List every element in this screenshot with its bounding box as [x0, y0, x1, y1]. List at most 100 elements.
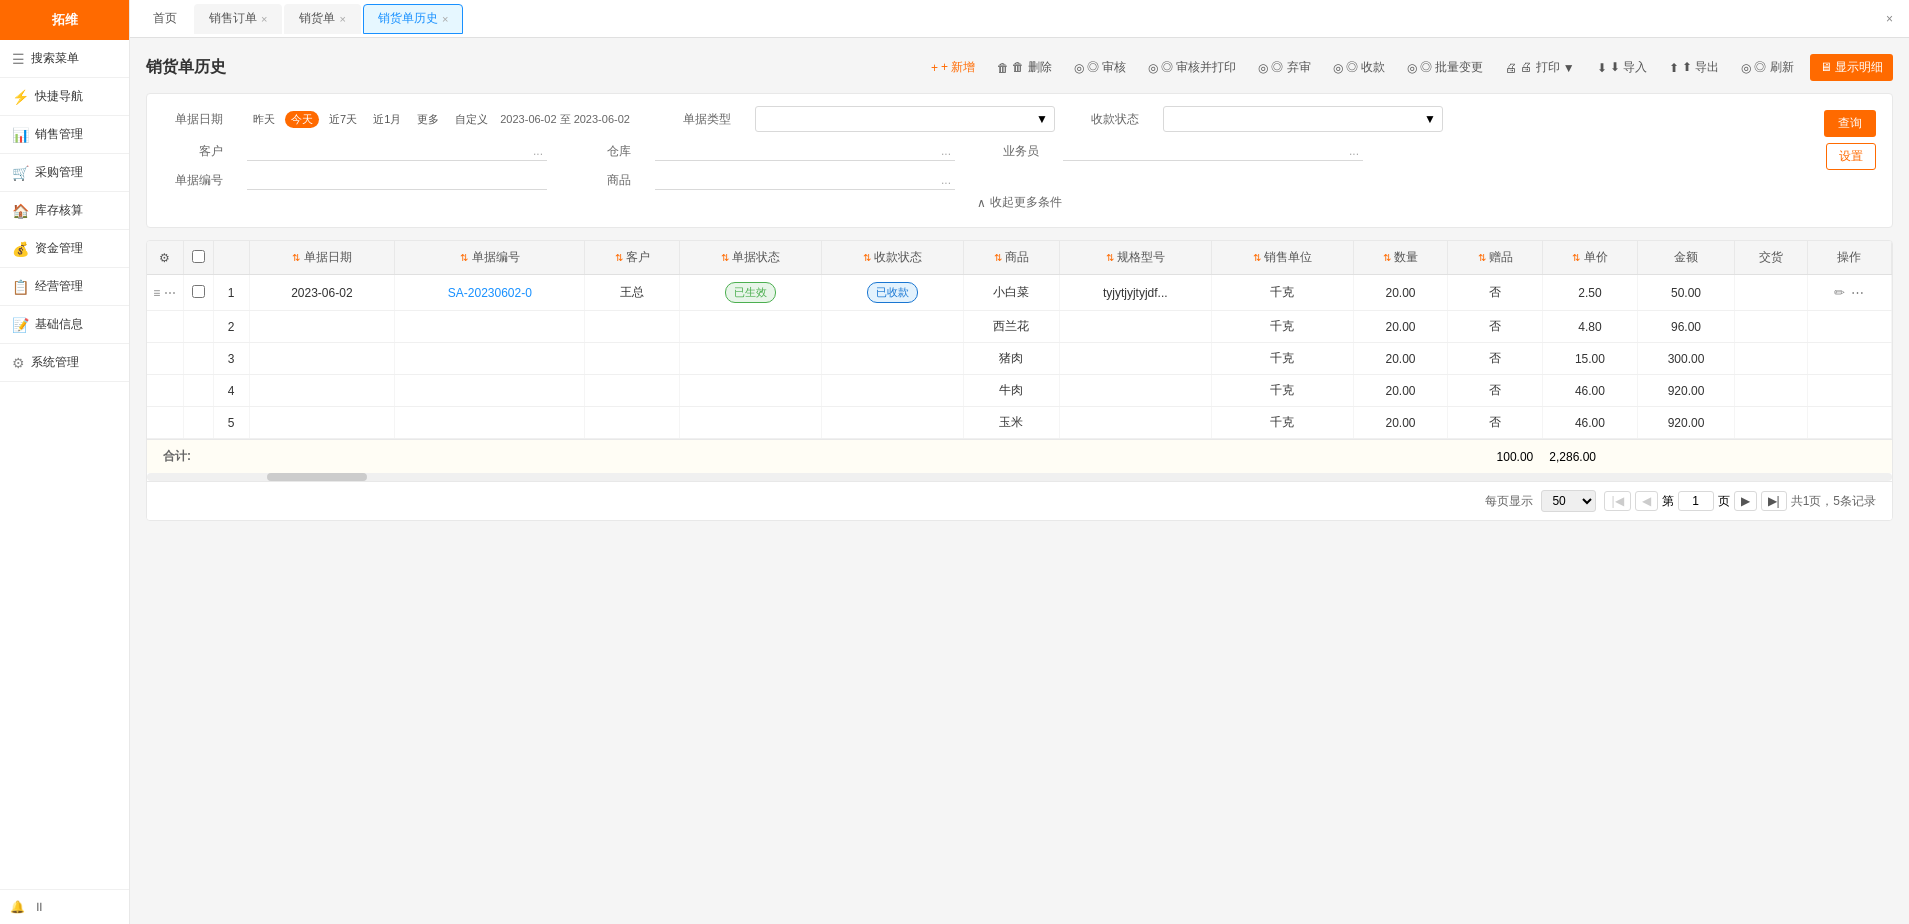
tab-sales-history-close[interactable]: ×	[442, 13, 448, 25]
delete-button[interactable]: 🗑 🗑 删除	[991, 55, 1057, 80]
checkbox-cell[interactable]	[183, 275, 213, 311]
collapse-button[interactable]: ∧ 收起更多条件	[163, 190, 1876, 215]
query-button[interactable]: 查询	[1824, 110, 1876, 137]
sidebar-item-basic-info[interactable]: 📝 基础信息	[0, 306, 129, 344]
qty-col-header[interactable]: ⇅ 数量	[1353, 241, 1448, 275]
spec-col-header[interactable]: ⇅ 规格型号	[1059, 241, 1211, 275]
notification-icon[interactable]: 🔔	[10, 900, 25, 914]
table-row[interactable]: 3猪肉千克20.00否15.00300.00	[147, 343, 1892, 375]
sidebar-item-purchase-mgmt[interactable]: 🛒 采购管理	[0, 154, 129, 192]
last-page-btn[interactable]: ▶|	[1761, 491, 1787, 511]
tab-sales-order-close[interactable]: ×	[261, 13, 267, 25]
table-row[interactable]: 5玉米千克20.00否46.00920.00	[147, 407, 1892, 439]
customer-col-header[interactable]: ⇅ 客户	[585, 241, 680, 275]
audit-button[interactable]: ◎ ◎ 审核	[1068, 55, 1132, 80]
next-page-btn[interactable]: ▶	[1734, 491, 1757, 511]
collect-status-select[interactable]: ▼	[1163, 106, 1443, 132]
salesperson-input[interactable]	[1063, 142, 1345, 160]
collect-status-input[interactable]	[1170, 110, 1424, 128]
pause-icon[interactable]: ⏸	[33, 900, 45, 914]
gift-col-header[interactable]: ⇅ 赠品	[1448, 241, 1543, 275]
per-page-select[interactable]: 50 100 200	[1541, 490, 1596, 512]
ops-cell[interactable]: ✏⋯	[1807, 275, 1891, 311]
chip-7days[interactable]: 近7天	[323, 111, 363, 128]
ops-cell[interactable]	[1807, 407, 1891, 439]
tab-sales-goods-close[interactable]: ×	[339, 13, 345, 25]
ops-cell[interactable]	[1807, 311, 1891, 343]
goods-col-header[interactable]: ⇅ 商品	[963, 241, 1059, 275]
price-sort-icon[interactable]: ⇅	[1572, 252, 1580, 263]
audit-print-button[interactable]: ◎ ◎ 审核并打印	[1142, 55, 1242, 80]
sidebar-item-sales-mgmt[interactable]: 📊 销售管理	[0, 116, 129, 154]
sidebar-item-sys-mgmt[interactable]: ⚙ 系统管理	[0, 344, 129, 382]
checkbox-cell[interactable]	[183, 375, 213, 407]
sidebar-item-inventory[interactable]: 🏠 库存核算	[0, 192, 129, 230]
goods-sort-icon[interactable]: ⇅	[994, 252, 1002, 263]
window-close-btn[interactable]: ×	[1878, 12, 1901, 26]
no-sort-icon[interactable]: ⇅	[460, 252, 468, 263]
refresh-button[interactable]: ◎ ◎ 刷新	[1735, 55, 1799, 80]
ops-cell[interactable]	[1807, 343, 1891, 375]
checkbox-col-header[interactable]	[183, 241, 213, 275]
ops-cell[interactable]	[1807, 375, 1891, 407]
customer-ellipsis[interactable]: ...	[529, 144, 547, 158]
tab-sales-goods[interactable]: 销货单 ×	[284, 4, 360, 34]
display-detail-button[interactable]: 🖥 显示明细	[1810, 54, 1893, 81]
unit-sort-icon[interactable]: ⇅	[1253, 252, 1261, 263]
sidebar-item-search-menu[interactable]: ☰ 搜索菜单	[0, 40, 129, 78]
customer-input[interactable]	[247, 142, 529, 160]
table-row[interactable]: 4牛肉千克20.00否46.00920.00	[147, 375, 1892, 407]
first-page-btn[interactable]: |◀	[1604, 491, 1630, 511]
chip-1month[interactable]: 近1月	[367, 111, 407, 128]
customer-sort-icon[interactable]: ⇅	[615, 252, 623, 263]
warehouse-input[interactable]	[655, 142, 937, 160]
doc-no-input[interactable]	[247, 171, 547, 189]
select-all-checkbox[interactable]	[192, 250, 205, 263]
print-button[interactable]: 🖨 🖨 打印 ▼	[1499, 55, 1580, 80]
spec-sort-icon[interactable]: ⇅	[1106, 252, 1114, 263]
set-button[interactable]: 设置	[1826, 143, 1876, 170]
sidebar-item-finance[interactable]: 💰 资金管理	[0, 230, 129, 268]
warehouse-ellipsis[interactable]: ...	[937, 144, 955, 158]
sidebar-item-ops[interactable]: 📋 经营管理	[0, 268, 129, 306]
collect-status-col-header[interactable]: ⇅ 收款状态	[821, 241, 963, 275]
tab-home[interactable]: 首页	[138, 4, 192, 34]
chip-custom[interactable]: 自定义	[449, 111, 494, 128]
tab-sales-order[interactable]: 销售订单 ×	[194, 4, 282, 34]
price-col-header[interactable]: ⇅ 单价	[1543, 241, 1638, 275]
sidebar-item-quick-nav[interactable]: ⚡ 快捷导航	[0, 78, 129, 116]
qty-sort-icon[interactable]: ⇅	[1383, 252, 1391, 263]
export-button[interactable]: ⬆ ⬆ 导出	[1663, 55, 1725, 80]
doc-type-select[interactable]: ▼	[755, 106, 1055, 132]
unit-col-header[interactable]: ⇅ 销售单位	[1211, 241, 1353, 275]
gift-sort-icon[interactable]: ⇅	[1478, 252, 1486, 263]
doc-status-col-header[interactable]: ⇅ 单据状态	[680, 241, 822, 275]
doc-type-input[interactable]	[762, 110, 1036, 128]
goods-ellipsis[interactable]: ...	[937, 173, 955, 187]
collect-status-sort-icon[interactable]: ⇅	[863, 252, 871, 263]
import-button[interactable]: ⬇ ⬇ 导入	[1591, 55, 1653, 80]
checkbox-cell[interactable]	[183, 311, 213, 343]
goods-input[interactable]	[655, 171, 937, 189]
chip-yesterday[interactable]: 昨天	[247, 111, 281, 128]
doc-status-sort-icon[interactable]: ⇅	[721, 252, 729, 263]
date-sort-icon[interactable]: ⇅	[292, 252, 300, 263]
prev-page-btn[interactable]: ◀	[1635, 491, 1658, 511]
scrollbar-thumb[interactable]	[267, 473, 367, 481]
chip-more[interactable]: 更多	[411, 111, 445, 128]
salesperson-ellipsis[interactable]: ...	[1345, 144, 1363, 158]
page-input[interactable]	[1678, 491, 1714, 511]
checkbox-cell[interactable]	[183, 407, 213, 439]
edit-icon[interactable]: ✏	[1834, 285, 1845, 300]
batch-change-button[interactable]: ◎ ◎ 批量变更	[1401, 55, 1489, 80]
tab-sales-history[interactable]: 销货单历史 ×	[363, 4, 463, 34]
table-row[interactable]: 2西兰花千克20.00否4.8096.00	[147, 311, 1892, 343]
chip-today[interactable]: 今天	[285, 111, 319, 128]
no-col-header[interactable]: ⇅ 单据编号	[395, 241, 585, 275]
collect-button[interactable]: ◎ ◎ 收款	[1327, 55, 1391, 80]
more-icon[interactable]: ⋯	[1851, 285, 1864, 300]
settings-col-header[interactable]: ⚙	[147, 241, 183, 275]
table-row[interactable]: ≡⋯12023-06-02SA-20230602-0王总已生效已收款小白菜tyj…	[147, 275, 1892, 311]
new-button[interactable]: + + 新增	[925, 55, 981, 80]
abandon-button[interactable]: ◎ ◎ 弃审	[1252, 55, 1316, 80]
